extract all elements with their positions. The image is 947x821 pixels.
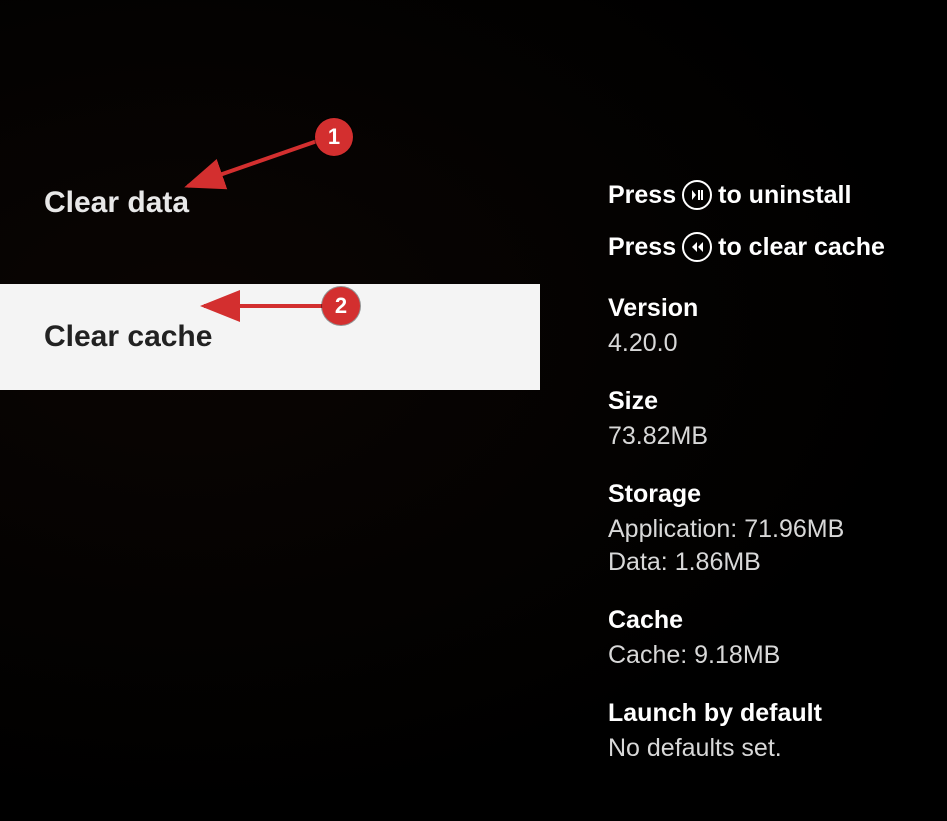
cache-value: Cache: 9.18MB: [608, 639, 947, 673]
storage-label: Storage: [608, 480, 947, 509]
hint-uninstall: Press to uninstall: [608, 180, 947, 210]
play-pause-icon: [682, 180, 712, 210]
hint-clear-cache-text: to clear cache: [718, 233, 885, 262]
clear-data-button[interactable]: Clear data: [0, 162, 540, 244]
hint-uninstall-text: to uninstall: [718, 181, 851, 210]
cache-section: Cache Cache: 9.18MB: [608, 606, 947, 673]
storage-data-value: Data: 1.86MB: [608, 546, 947, 580]
annotation-badge-2: 2: [322, 287, 360, 325]
launch-value: No defaults set.: [608, 732, 947, 766]
storage-app-value: Application: 71.96MB: [608, 513, 947, 547]
size-label: Size: [608, 387, 947, 416]
version-value: 4.20.0: [608, 327, 947, 361]
settings-menu-list: Clear data Clear cache: [0, 0, 540, 390]
cache-label: Cache: [608, 606, 947, 635]
app-info: Version 4.20.0 Size 73.82MB Storage Appl…: [608, 294, 947, 766]
version-label: Version: [608, 294, 947, 323]
launch-default-section: Launch by default No defaults set.: [608, 699, 947, 766]
annotation-badge-1: 1: [315, 118, 353, 156]
storage-section: Storage Application: 71.96MB Data: 1.86M…: [608, 480, 947, 581]
info-panel: Press to uninstall Press to clear cache …: [608, 180, 947, 792]
rewind-icon: [682, 232, 712, 262]
hint-clear-cache: Press to clear cache: [608, 232, 947, 262]
launch-label: Launch by default: [608, 699, 947, 728]
hint-press-text: Press: [608, 181, 676, 210]
clear-cache-button[interactable]: Clear cache: [0, 284, 540, 390]
size-value: 73.82MB: [608, 420, 947, 454]
hint-press-text: Press: [608, 233, 676, 262]
size-section: Size 73.82MB: [608, 387, 947, 454]
version-section: Version 4.20.0: [608, 294, 947, 361]
